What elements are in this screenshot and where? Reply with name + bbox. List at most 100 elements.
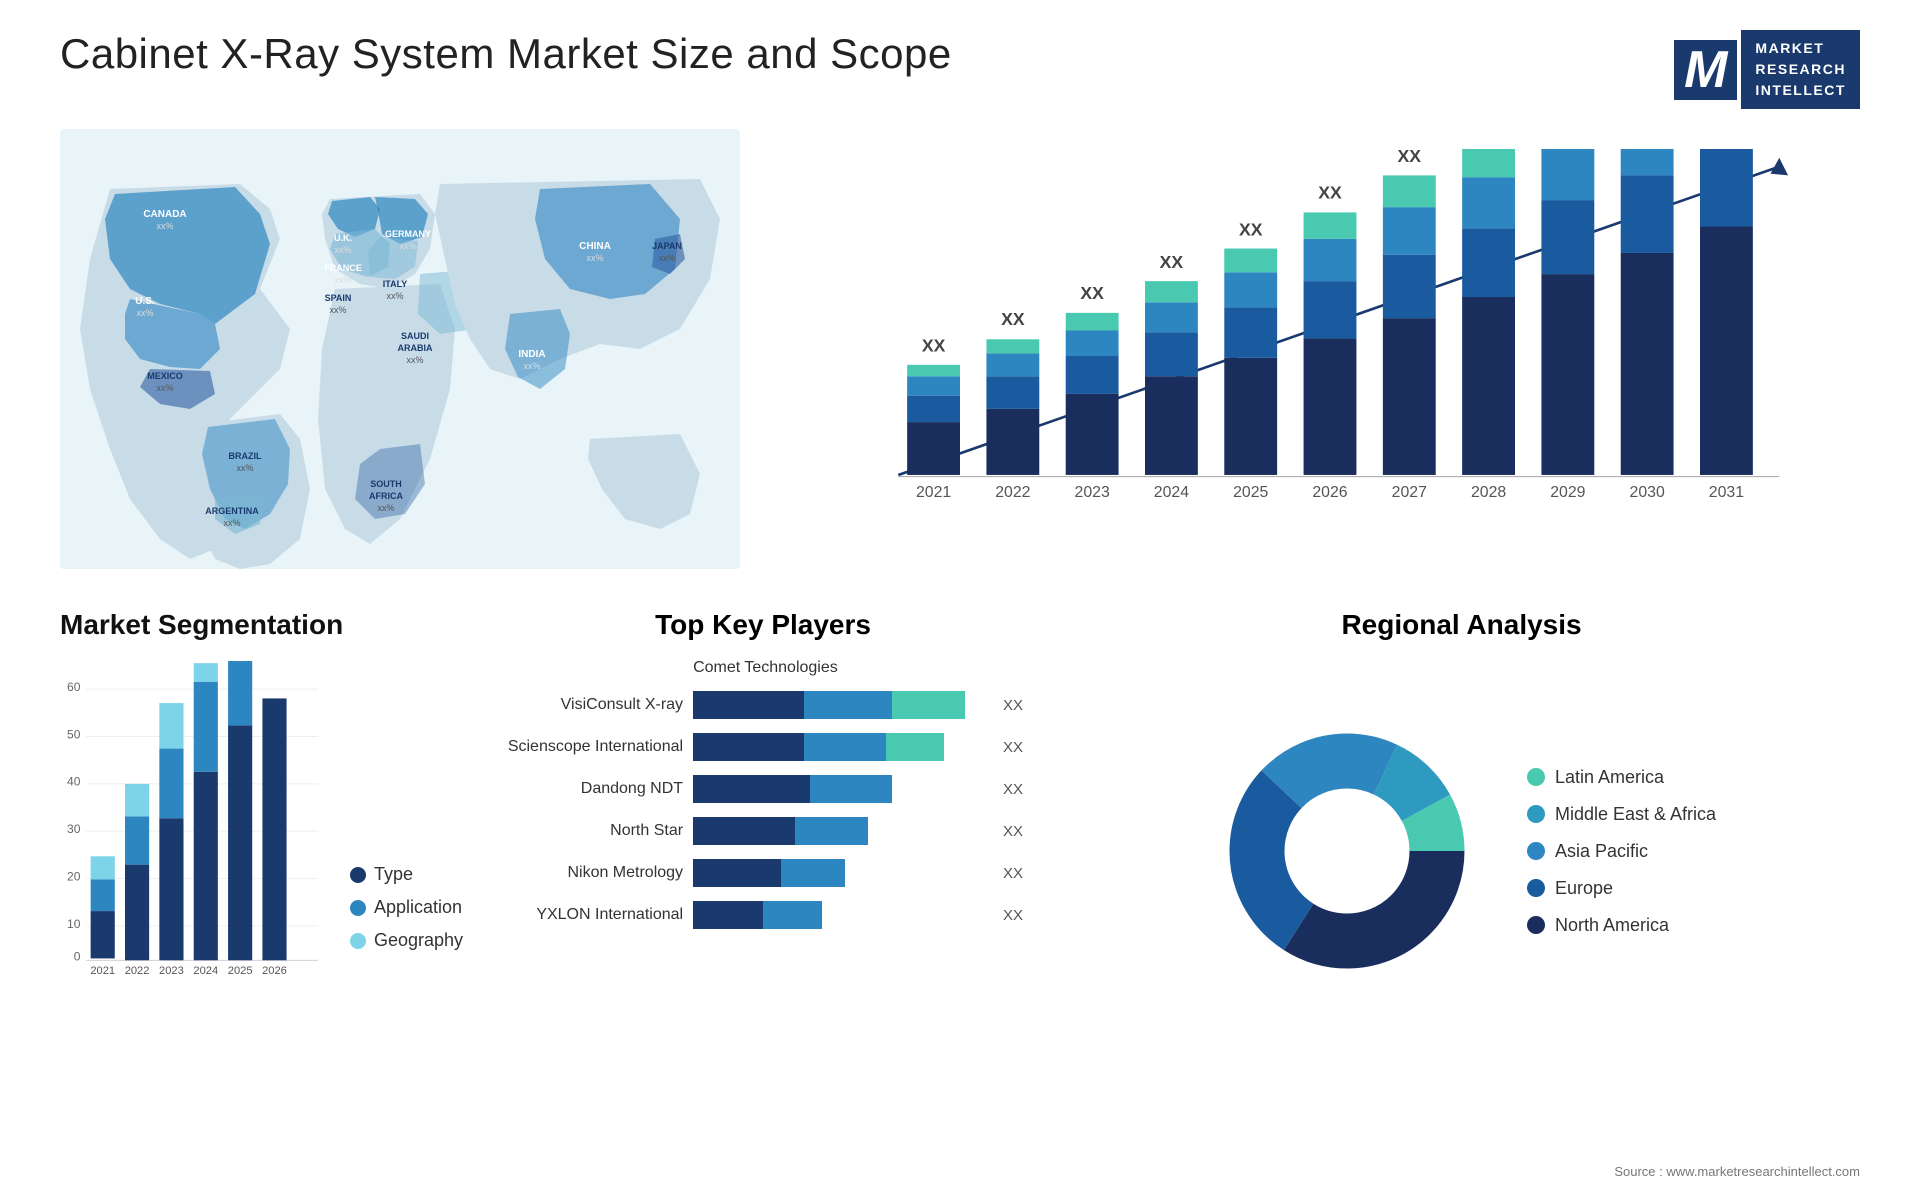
svg-text:2030: 2030 bbox=[1630, 484, 1665, 501]
svg-text:xx%: xx% bbox=[406, 355, 423, 365]
svg-text:INDIA: INDIA bbox=[518, 349, 545, 360]
svg-text:50: 50 bbox=[67, 727, 81, 741]
logo-text: MARKET RESEARCH INTELLECT bbox=[1741, 30, 1860, 109]
svg-text:xx%: xx% bbox=[386, 291, 403, 301]
svg-text:JAPAN: JAPAN bbox=[652, 241, 682, 251]
legend-geography-dot bbox=[350, 933, 366, 949]
svg-text:SPAIN: SPAIN bbox=[325, 293, 352, 303]
regional-north-america: North America bbox=[1527, 915, 1716, 936]
player-bar-visiconsult bbox=[693, 691, 985, 719]
dot-latin-america bbox=[1527, 768, 1545, 786]
svg-text:2021: 2021 bbox=[916, 484, 951, 501]
segmentation-section: Market Segmentation 60 50 40 30 20 10 0 bbox=[60, 599, 463, 1159]
svg-text:SAUDI: SAUDI bbox=[401, 331, 429, 341]
legend-type: Type bbox=[350, 864, 463, 885]
legend-application-dot bbox=[350, 900, 366, 916]
legend-application: Application bbox=[350, 897, 463, 918]
svg-text:xx%: xx% bbox=[399, 241, 416, 251]
svg-text:U.K.: U.K. bbox=[334, 233, 352, 243]
svg-text:XX: XX bbox=[1239, 219, 1263, 239]
svg-text:xx%: xx% bbox=[658, 253, 675, 263]
svg-text:FRANCE: FRANCE bbox=[324, 263, 362, 273]
svg-text:2022: 2022 bbox=[995, 484, 1030, 501]
svg-text:xx%: xx% bbox=[523, 361, 540, 371]
svg-text:20: 20 bbox=[67, 869, 81, 883]
svg-text:2028: 2028 bbox=[1471, 484, 1506, 501]
player-bar-yxlon bbox=[693, 901, 985, 929]
svg-text:0: 0 bbox=[74, 949, 81, 963]
player-row-nikon: Nikon Metrology XX bbox=[503, 859, 1023, 887]
regional-legend: Latin America Middle East & Africa Asia … bbox=[1527, 767, 1716, 936]
svg-text:ARGENTINA: ARGENTINA bbox=[205, 506, 259, 516]
svg-text:2029: 2029 bbox=[1550, 484, 1585, 501]
player-comet: Comet Technologies bbox=[693, 659, 1023, 677]
players-section: Top Key Players Comet Technologies VisiC… bbox=[503, 599, 1023, 1159]
donut-chart bbox=[1207, 711, 1487, 991]
svg-text:xx%: xx% bbox=[377, 503, 394, 513]
svg-text:xx%: xx% bbox=[334, 275, 351, 285]
svg-text:XX: XX bbox=[1080, 283, 1104, 303]
regional-body: Latin America Middle East & Africa Asia … bbox=[1063, 651, 1860, 1051]
page-title: Cabinet X-Ray System Market Size and Sco… bbox=[60, 30, 952, 78]
legend-type-dot bbox=[350, 867, 366, 883]
dot-north-america bbox=[1527, 916, 1545, 934]
player-row-yxlon: YXLON International XX bbox=[503, 901, 1023, 929]
player-bar-scienscope bbox=[693, 733, 985, 761]
regional-europe: Europe bbox=[1527, 878, 1716, 899]
svg-text:U.S.: U.S. bbox=[135, 296, 155, 307]
regional-latin-america: Latin America bbox=[1527, 767, 1716, 788]
svg-text:XX: XX bbox=[1160, 252, 1184, 272]
segmentation-title: Market Segmentation bbox=[60, 609, 463, 641]
svg-text:XX: XX bbox=[922, 336, 946, 356]
svg-text:2023: 2023 bbox=[1075, 484, 1110, 501]
svg-text:xx%: xx% bbox=[236, 463, 253, 473]
svg-text:xx%: xx% bbox=[329, 305, 346, 315]
svg-text:xx%: xx% bbox=[223, 518, 240, 528]
regional-middle-east: Middle East & Africa bbox=[1527, 804, 1716, 825]
regional-asia-pacific: Asia Pacific bbox=[1527, 841, 1716, 862]
player-row-northstar: North Star XX bbox=[503, 817, 1023, 845]
svg-text:2026: 2026 bbox=[1312, 484, 1347, 501]
svg-text:xx%: xx% bbox=[586, 253, 603, 263]
svg-text:BRAZIL: BRAZIL bbox=[229, 451, 262, 461]
svg-text:XX: XX bbox=[1001, 309, 1025, 329]
legend-geography: Geography bbox=[350, 930, 463, 951]
player-row-visiconsult: VisiConsult X-ray XX bbox=[503, 691, 1023, 719]
svg-text:ARABIA: ARABIA bbox=[398, 343, 433, 353]
dot-asia-pacific bbox=[1527, 842, 1545, 860]
header: Cabinet X-Ray System Market Size and Sco… bbox=[60, 30, 1860, 109]
svg-text:2023: 2023 bbox=[159, 965, 184, 977]
players-title: Top Key Players bbox=[503, 609, 1023, 641]
svg-text:2022: 2022 bbox=[125, 965, 150, 977]
svg-text:xx%: xx% bbox=[334, 245, 351, 255]
svg-text:CANADA: CANADA bbox=[143, 209, 186, 220]
segmentation-legend: Type Application Geography bbox=[350, 864, 463, 981]
bar-chart-container: XX XX XX XX bbox=[780, 129, 1860, 569]
logo-area: M MARKET RESEARCH INTELLECT bbox=[1674, 30, 1860, 109]
player-bar-nikon bbox=[693, 859, 985, 887]
svg-text:xx%: xx% bbox=[136, 308, 153, 318]
svg-text:CHINA: CHINA bbox=[579, 241, 611, 252]
page: Cabinet X-Ray System Market Size and Sco… bbox=[0, 0, 1920, 1189]
bar-chart-svg: XX XX XX XX bbox=[810, 149, 1850, 519]
svg-text:ITALY: ITALY bbox=[383, 279, 408, 289]
svg-text:30: 30 bbox=[67, 822, 81, 836]
svg-text:xx%: xx% bbox=[156, 221, 173, 231]
dot-europe bbox=[1527, 879, 1545, 897]
svg-text:MEXICO: MEXICO bbox=[147, 371, 183, 381]
player-row-dandong: Dandong NDT XX bbox=[503, 775, 1023, 803]
svg-text:xx%: xx% bbox=[156, 383, 173, 393]
svg-text:XX: XX bbox=[1398, 149, 1422, 166]
svg-text:2025: 2025 bbox=[228, 965, 253, 977]
svg-text:SOUTH: SOUTH bbox=[370, 479, 402, 489]
dot-middle-east bbox=[1527, 805, 1545, 823]
segmentation-chart-svg: 60 50 40 30 20 10 0 bbox=[60, 661, 320, 981]
svg-text:XX: XX bbox=[1318, 182, 1342, 202]
svg-text:2024: 2024 bbox=[1154, 484, 1189, 501]
svg-text:2027: 2027 bbox=[1392, 484, 1427, 501]
svg-text:2026: 2026 bbox=[262, 965, 287, 977]
bottom-section: Market Segmentation 60 50 40 30 20 10 0 bbox=[60, 599, 1860, 1159]
player-bar-northstar bbox=[693, 817, 985, 845]
svg-text:2031: 2031 bbox=[1709, 484, 1744, 501]
svg-text:2024: 2024 bbox=[193, 965, 218, 977]
